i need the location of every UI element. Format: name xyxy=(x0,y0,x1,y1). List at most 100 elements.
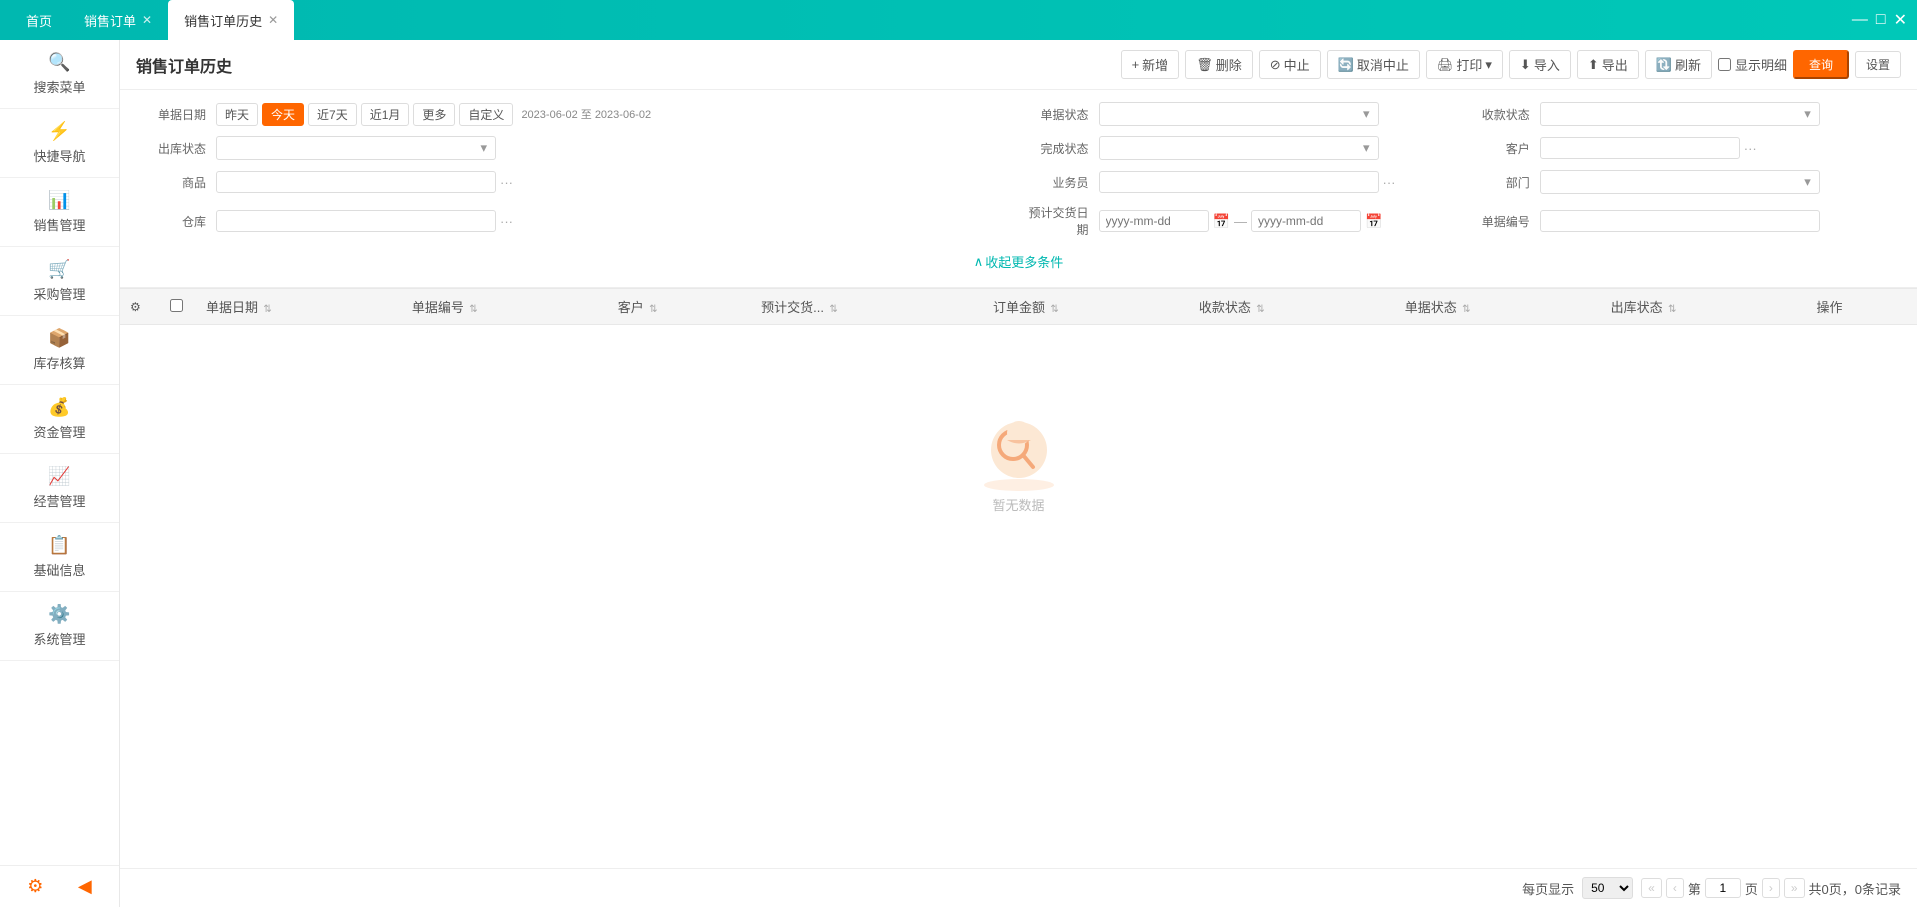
delivery-date-end[interactable] xyxy=(1251,210,1361,232)
close-window-icon[interactable]: ✕ xyxy=(1894,10,1907,30)
sidebar-item-search[interactable]: 🔍 搜索菜单 xyxy=(0,40,119,109)
complete-status-select[interactable]: ▾ xyxy=(1099,136,1379,160)
refresh-button[interactable]: 🔃 刷新 xyxy=(1645,50,1712,79)
add-button[interactable]: + 新增 xyxy=(1121,50,1180,79)
stop-icon: ⊘ xyxy=(1270,57,1281,73)
prev-page-btn[interactable]: ‹ xyxy=(1666,878,1684,898)
th-date[interactable]: 单据日期 ⇅ xyxy=(196,289,402,325)
sidebar-item-management[interactable]: 📈 经营管理 xyxy=(0,454,119,523)
sidebar-item-quicknav[interactable]: ⚡ 快捷导航 xyxy=(0,109,119,178)
page-label: 第 xyxy=(1688,879,1701,898)
warehouse-dots[interactable]: ··· xyxy=(500,214,513,229)
salesperson-input[interactable] xyxy=(1099,171,1379,193)
import-button[interactable]: ⬇ 导入 xyxy=(1509,50,1571,79)
search-icon: 🔍 xyxy=(48,52,70,73)
sort-out-status-icon: ⇅ xyxy=(1668,304,1676,315)
maximize-icon[interactable]: □ xyxy=(1876,11,1886,29)
date-yesterday[interactable]: 昨天 xyxy=(216,103,258,126)
th-payment-status[interactable]: 收款状态 ⇅ xyxy=(1189,289,1395,325)
sidebar-item-finance[interactable]: 💰 资金管理 xyxy=(0,385,119,454)
doc-number-input[interactable] xyxy=(1540,210,1820,232)
salesperson-dots[interactable]: ··· xyxy=(1383,175,1396,190)
cancel-stop-button[interactable]: 🔄 取消中止 xyxy=(1327,50,1420,79)
print-dropdown-icon: ▾ xyxy=(1485,57,1492,73)
close-tab-sales-order-history[interactable]: ✕ xyxy=(268,13,278,27)
export-icon: ⬆ xyxy=(1588,57,1599,73)
goods-input[interactable] xyxy=(216,171,496,193)
empty-illustration xyxy=(969,405,1069,495)
sidebar-item-purchase[interactable]: 🛒 采购管理 xyxy=(0,247,119,316)
warehouse-input[interactable] xyxy=(216,210,496,232)
stop-button[interactable]: ⊘ 中止 xyxy=(1259,50,1321,79)
system-icon: ⚙️ xyxy=(48,604,70,625)
sidebar-item-base[interactable]: 📋 基础信息 xyxy=(0,523,119,592)
out-status-select[interactable]: ▾ xyxy=(216,136,496,160)
th-amount[interactable]: 订单金额 ⇅ xyxy=(983,289,1189,325)
date-more[interactable]: 更多 xyxy=(413,103,455,126)
order-status-select[interactable]: ▾ xyxy=(1099,102,1379,126)
sidebar-item-inventory[interactable]: 📦 库存核算 xyxy=(0,316,119,385)
settings-button[interactable]: 设置 xyxy=(1855,51,1901,78)
tab-sales-order[interactable]: 销售订单 ✕ xyxy=(68,0,168,40)
filter-col-doc-number: 单据编号 xyxy=(1460,210,1901,232)
goods-dots[interactable]: ··· xyxy=(500,175,513,190)
filter-col-payment-status: 收款状态 ▾ xyxy=(1460,102,1901,126)
delete-icon: 🗑 xyxy=(1196,57,1213,73)
sort-delivery-icon: ⇅ xyxy=(829,304,837,315)
collapse-sidebar-icon[interactable]: ◀ xyxy=(78,876,92,897)
settings-bottom-icon[interactable]: ⚙ xyxy=(27,876,43,897)
page-title: 销售订单历史 xyxy=(136,53,232,77)
th-order-status[interactable]: 单据状态 ⇅ xyxy=(1395,289,1601,325)
management-icon: 📈 xyxy=(48,466,70,487)
purchase-icon: 🛒 xyxy=(48,259,70,280)
department-select[interactable]: ▾ xyxy=(1540,170,1820,194)
sidebar-bottom: ⚙ ◀ xyxy=(0,865,119,907)
sidebar-item-system[interactable]: ⚙️ 系统管理 xyxy=(0,592,119,661)
first-page-btn[interactable]: « xyxy=(1641,878,1662,898)
goods-label: 商品 xyxy=(136,174,216,191)
customer-input[interactable] xyxy=(1540,137,1740,159)
date-7days[interactable]: 近7天 xyxy=(308,103,357,126)
per-page-select[interactable]: 50 10 20 100 xyxy=(1582,877,1633,899)
collapse-button[interactable]: ∧ 收起更多条件 xyxy=(974,252,1064,271)
minimize-icon[interactable]: — xyxy=(1852,11,1868,29)
main-content: 销售订单历史 + 新增 🗑 删除 ⊘ 中止 🔄 取消中止 xyxy=(120,40,1917,907)
sidebar-item-sales[interactable]: 📊 销售管理 xyxy=(0,178,119,247)
th-out-status[interactable]: 出库状态 ⇅ xyxy=(1601,289,1807,325)
display-detail-checkbox-label[interactable]: 显示明细 xyxy=(1718,55,1787,74)
th-delivery[interactable]: 预计交货... ⇅ xyxy=(751,289,983,325)
select-all-checkbox[interactable] xyxy=(170,299,183,312)
topbar-tabs: 首页 销售订单 ✕ 销售订单历史 ✕ xyxy=(10,0,1852,40)
th-settings[interactable]: ⚙ xyxy=(120,289,160,325)
export-button[interactable]: ⬆ 导出 xyxy=(1577,50,1639,79)
print-button[interactable]: 🖨 打印 ▾ xyxy=(1426,50,1503,79)
last-page-btn[interactable]: » xyxy=(1784,878,1805,898)
department-dropdown-icon: ▾ xyxy=(1804,174,1811,190)
department-label: 部门 xyxy=(1460,174,1540,191)
query-button[interactable]: 查询 xyxy=(1793,50,1849,79)
sales-icon: 📊 xyxy=(48,190,70,211)
filter-col-department: 部门 ▾ xyxy=(1460,170,1901,194)
close-tab-sales-order[interactable]: ✕ xyxy=(142,13,152,27)
doc-number-label: 单据编号 xyxy=(1460,213,1540,230)
layout: 🔍 搜索菜单 ⚡ 快捷导航 📊 销售管理 🛒 采购管理 📦 库存核算 💰 资金管… xyxy=(0,40,1917,907)
calendar-start-icon[interactable]: 📅 xyxy=(1213,213,1230,230)
page-input[interactable] xyxy=(1705,878,1741,898)
filter-col-out-status: 出库状态 ▾ xyxy=(136,136,1019,160)
delete-button[interactable]: 🗑 删除 xyxy=(1185,50,1253,79)
date-1month[interactable]: 近1月 xyxy=(361,103,410,126)
next-page-btn[interactable]: › xyxy=(1762,878,1780,898)
date-custom[interactable]: 自定义 xyxy=(459,103,513,126)
payment-status-select[interactable]: ▾ xyxy=(1540,102,1820,126)
customer-dots[interactable]: ··· xyxy=(1744,141,1757,156)
tab-home[interactable]: 首页 xyxy=(10,0,68,40)
th-doc-number[interactable]: 单据编号 ⇅ xyxy=(402,289,608,325)
date-today[interactable]: 今天 xyxy=(262,103,304,126)
th-customer[interactable]: 客户 ⇅ xyxy=(608,289,751,325)
warehouse-label: 仓库 xyxy=(136,213,216,230)
calendar-end-icon[interactable]: 📅 xyxy=(1365,213,1382,230)
th-checkbox xyxy=(160,289,196,325)
delivery-date-start[interactable] xyxy=(1099,210,1209,232)
display-detail-checkbox[interactable] xyxy=(1718,58,1731,71)
tab-sales-order-history[interactable]: 销售订单历史 ✕ xyxy=(168,0,294,40)
